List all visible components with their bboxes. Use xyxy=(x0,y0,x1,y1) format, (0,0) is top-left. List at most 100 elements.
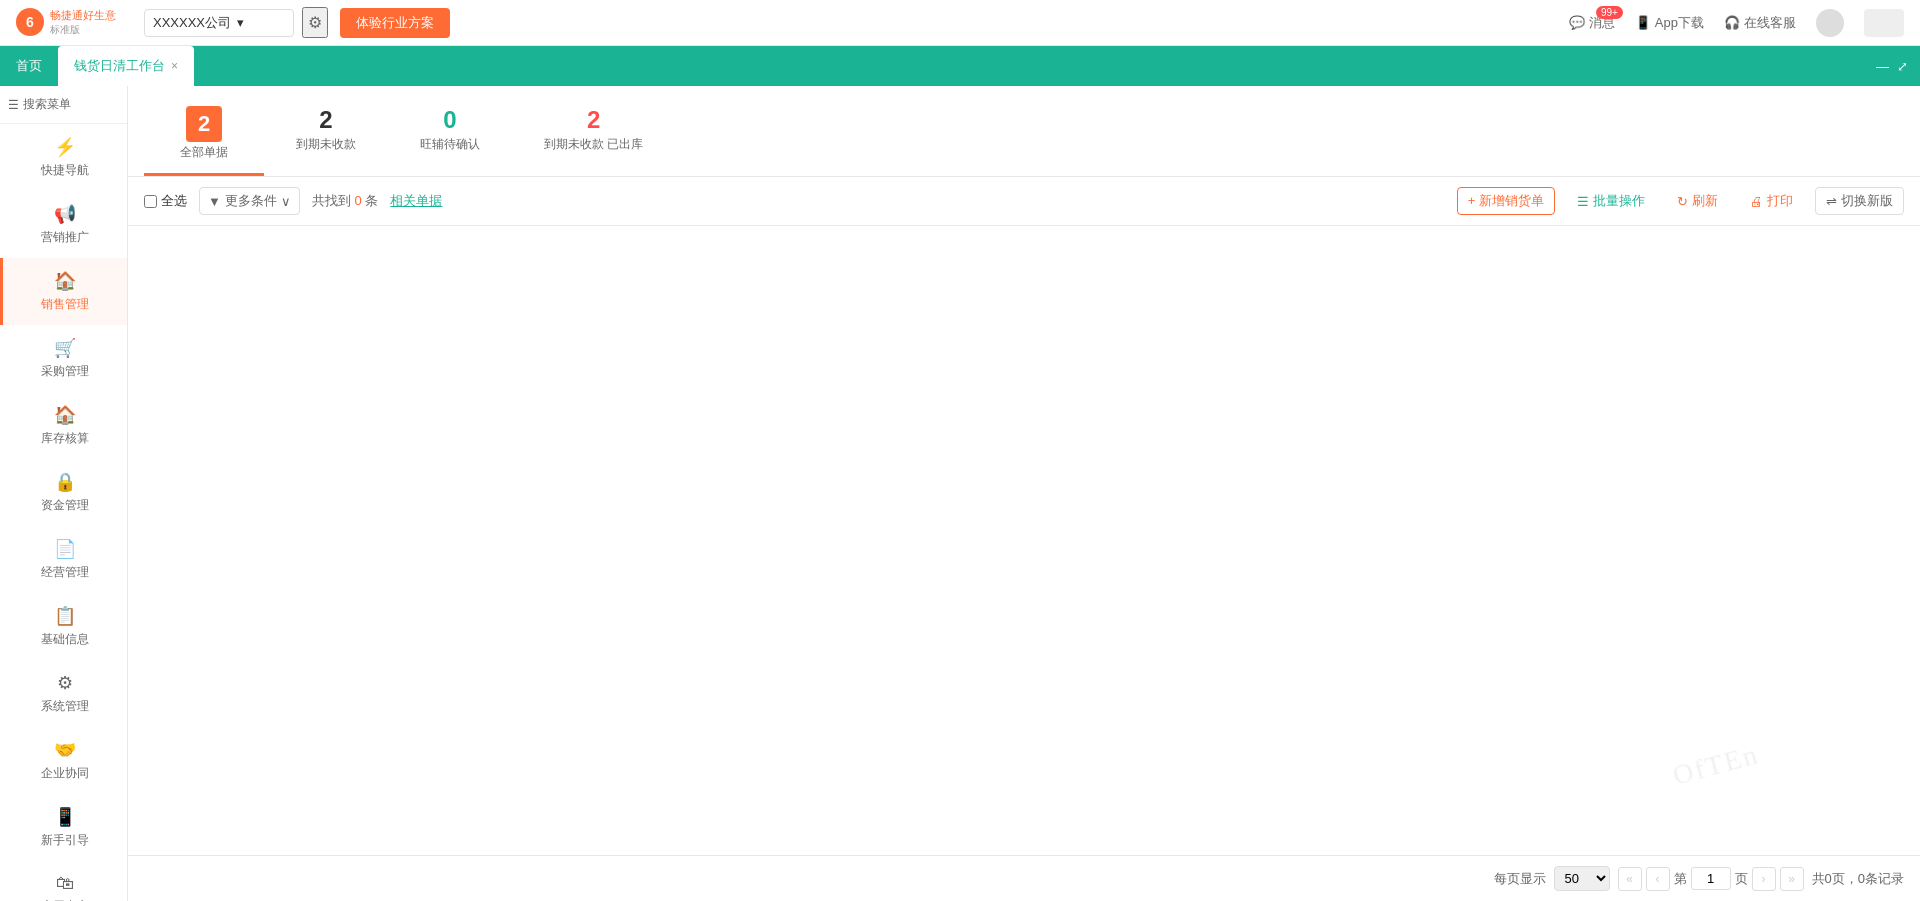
stat-num-overdue: 2 xyxy=(319,106,332,134)
sidebar-search[interactable]: ☰ 搜索菜单 xyxy=(0,86,127,124)
sidebar-item-appstore[interactable]: 🛍 应用中心 xyxy=(0,861,127,901)
sidebar-item-finance[interactable]: 🔒 资金管理 xyxy=(0,459,127,526)
page-suffix: 页 xyxy=(1735,870,1748,888)
print-icon: 🖨 xyxy=(1750,194,1763,209)
batch-label: 批量操作 xyxy=(1593,192,1645,210)
refresh-label: 刷新 xyxy=(1692,192,1718,210)
sidebar-item-inventory[interactable]: 🏠 库存核算 xyxy=(0,392,127,459)
batch-icon: ☰ xyxy=(1577,194,1589,209)
search-icon: ☰ xyxy=(8,98,19,112)
select-all-area: 全选 xyxy=(144,192,187,210)
quick-nav-icon: ⚡ xyxy=(54,136,76,158)
cash-daily-tab-label: 钱货日清工作台 xyxy=(74,57,165,75)
stat-label-overdue: 到期未收款 xyxy=(296,136,356,153)
sidebar-label-finance: 资金管理 xyxy=(41,497,89,514)
first-page-btn[interactable]: « xyxy=(1618,867,1642,891)
maximize-icon[interactable]: ⤢ xyxy=(1897,59,1908,74)
main-layout: ☰ 搜索菜单 ⚡ 快捷导航 📢 营销推广 🏠 销售管理 🛒 采购管理 🏠 库存核… xyxy=(0,86,1920,901)
sidebar-item-system[interactable]: ⚙ 系统管理 xyxy=(0,660,127,727)
marketing-icon: 📢 xyxy=(54,203,76,225)
stat-tab-overdue[interactable]: 2 到期未收款 xyxy=(264,98,388,176)
tab-home[interactable]: 首页 xyxy=(0,46,58,86)
sidebar-item-cooperation[interactable]: 🤝 企业协同 xyxy=(0,727,127,794)
minimize-icon[interactable]: — xyxy=(1876,59,1889,74)
add-sales-btn[interactable]: + 新增销货单 xyxy=(1457,187,1555,215)
stat-label-wangpu: 旺辅待确认 xyxy=(420,136,480,153)
batch-btn[interactable]: ☰ 批量操作 xyxy=(1567,188,1655,214)
filter-icon: ▼ xyxy=(208,194,221,209)
sidebar-label-quick-nav: 快捷导航 xyxy=(41,162,89,179)
select-all-checkbox[interactable] xyxy=(144,195,157,208)
app-download-label: App下载 xyxy=(1655,14,1704,32)
trial-button[interactable]: 体验行业方案 xyxy=(340,8,450,38)
prev-page-btn[interactable]: ‹ xyxy=(1646,867,1670,891)
appstore-icon: 🛍 xyxy=(56,873,74,894)
chevron-down-icon: ▾ xyxy=(237,15,244,30)
sidebar-item-guide[interactable]: 📱 新手引导 xyxy=(0,794,127,861)
print-btn[interactable]: 🖨 打印 xyxy=(1740,188,1803,214)
logo-badge: 标准版 xyxy=(50,23,116,37)
message-btn[interactable]: 💬 消息 99+ xyxy=(1569,14,1615,32)
sidebar-label-guide: 新手引导 xyxy=(41,832,89,849)
guide-icon: 📱 xyxy=(54,806,76,828)
company-selector[interactable]: XXXXXX公司 ▾ xyxy=(144,9,294,37)
sidebar-label-inventory: 库存核算 xyxy=(41,430,89,447)
empty-table-area xyxy=(128,226,1920,855)
stat-tab-outbound[interactable]: 2 到期未收款 已出库 xyxy=(512,98,675,176)
filter-button[interactable]: ▼ 更多条件 ∨ xyxy=(199,187,300,215)
top-header: 6 畅捷通好生意 标准版 XXXXXX公司 ▾ ⚙ 体验行业方案 💬 消息 99… xyxy=(0,0,1920,46)
app-download-btn[interactable]: 📱 App下载 xyxy=(1635,14,1704,32)
message-badge: 99+ xyxy=(1596,6,1623,19)
stat-num-all: 2 xyxy=(186,106,222,142)
online-service-btn[interactable]: 🎧 在线客服 xyxy=(1724,14,1796,32)
sidebar-item-operation[interactable]: 📄 经营管理 xyxy=(0,526,127,593)
close-tab-icon[interactable]: × xyxy=(171,59,178,73)
page-input[interactable] xyxy=(1691,867,1731,890)
page-label-prefix: 第 xyxy=(1674,870,1687,888)
sales-icon: 🏠 xyxy=(54,270,76,292)
stat-tab-all[interactable]: 2 全部单据 xyxy=(144,98,264,176)
found-count-area: 共找到 0 条 xyxy=(312,192,378,210)
logo-text: 畅捷通好生意 xyxy=(50,8,116,22)
sidebar-item-quick-nav[interactable]: ⚡ 快捷导航 xyxy=(0,124,127,191)
content-area: 2 全部单据 2 到期未收款 0 旺辅待确认 2 到期未收款 已出库 全选 xyxy=(128,86,1920,901)
finance-icon: 🔒 xyxy=(54,471,76,493)
sidebar-label-marketing: 营销推广 xyxy=(41,229,89,246)
stat-num-wangpu: 0 xyxy=(443,106,456,134)
toolbar-right: + 新增销货单 ☰ 批量操作 ↻ 刷新 🖨 打印 ⇌ 切换新版 xyxy=(1457,187,1904,215)
avatar[interactable] xyxy=(1816,9,1844,37)
sidebar-label-operation: 经营管理 xyxy=(41,564,89,581)
window-controls[interactable]: — ⤢ xyxy=(1864,59,1920,74)
system-icon: ⚙ xyxy=(57,672,73,694)
stat-tab-wangpu[interactable]: 0 旺辅待确认 xyxy=(388,98,512,176)
stat-num-outbound: 2 xyxy=(587,106,600,134)
stats-tabs: 2 全部单据 2 到期未收款 0 旺辅待确认 2 到期未收款 已出库 xyxy=(128,86,1920,177)
search-label: 搜索菜单 xyxy=(23,96,71,113)
settings-button[interactable]: ⚙ xyxy=(302,7,328,38)
refresh-btn[interactable]: ↻ 刷新 xyxy=(1667,188,1728,214)
operation-icon: 📄 xyxy=(54,538,76,560)
tab-cash-daily[interactable]: 钱货日清工作台 × xyxy=(58,46,194,86)
sidebar-item-basic[interactable]: 📋 基础信息 xyxy=(0,593,127,660)
user-dropdown[interactable] xyxy=(1864,9,1904,37)
select-all-label: 全选 xyxy=(161,192,187,210)
sidebar: ☰ 搜索菜单 ⚡ 快捷导航 📢 营销推广 🏠 销售管理 🛒 采购管理 🏠 库存核… xyxy=(0,86,128,901)
total-info: 共0页，0条记录 xyxy=(1812,870,1904,888)
sidebar-label-system: 系统管理 xyxy=(41,698,89,715)
last-page-btn[interactable]: » xyxy=(1780,867,1804,891)
page-size-prefix: 每页显示 xyxy=(1494,870,1546,888)
cooperation-icon: 🤝 xyxy=(54,739,76,761)
stat-label-outbound: 到期未收款 已出库 xyxy=(544,136,643,153)
page-size-select[interactable]: 50 10 20 100 xyxy=(1554,866,1610,891)
inventory-icon: 🏠 xyxy=(54,404,76,426)
next-page-btn[interactable]: › xyxy=(1752,867,1776,891)
related-link[interactable]: 相关单据 xyxy=(390,192,442,210)
sidebar-item-purchase[interactable]: 🛒 采购管理 xyxy=(0,325,127,392)
sidebar-item-sales[interactable]: 🏠 销售管理 xyxy=(0,258,127,325)
logo-icon: 6 xyxy=(16,8,44,36)
switch-version-btn[interactable]: ⇌ 切换新版 xyxy=(1815,187,1904,215)
sidebar-item-marketing[interactable]: 📢 营销推广 xyxy=(0,191,127,258)
company-name: XXXXXX公司 xyxy=(153,14,231,32)
logo-area: 6 畅捷通好生意 标准版 xyxy=(16,8,144,36)
sidebar-label-purchase: 采购管理 xyxy=(41,363,89,380)
